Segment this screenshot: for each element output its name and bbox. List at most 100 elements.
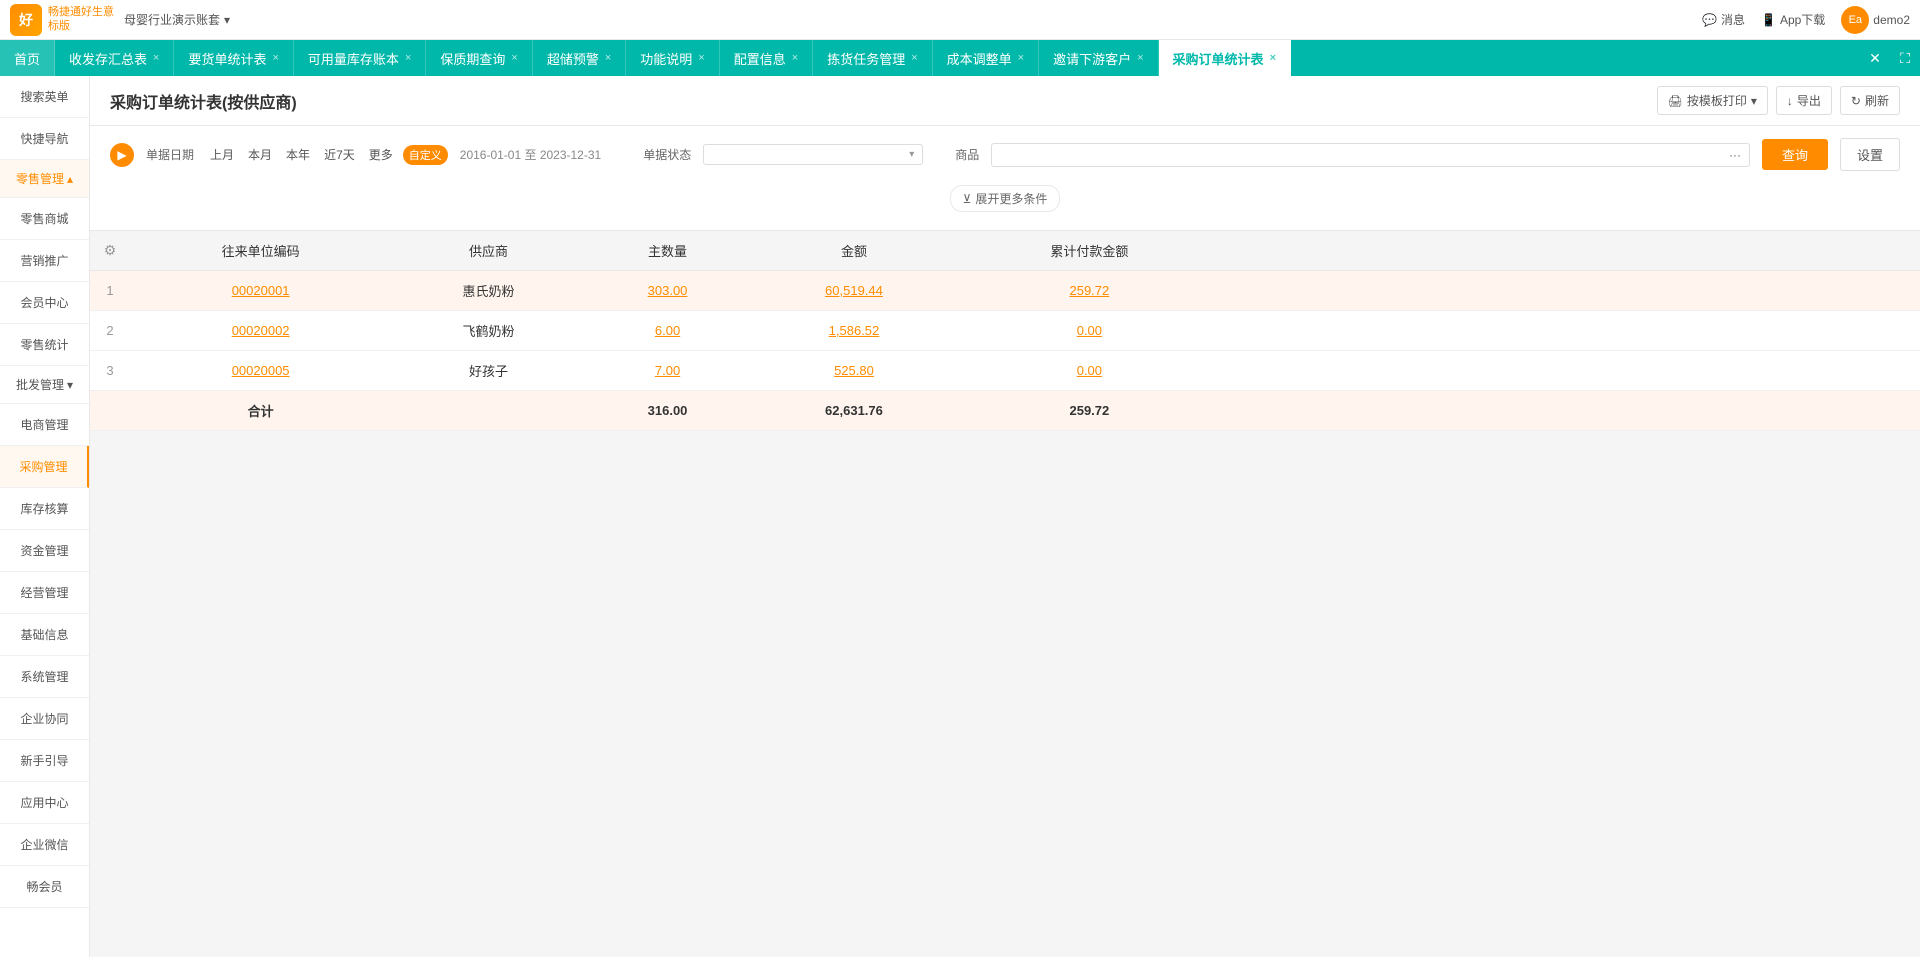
query-button[interactable]: 查询 xyxy=(1762,139,1828,170)
expand-filter-button[interactable]: ⊻ 展开更多条件 xyxy=(950,185,1061,212)
sidebar-item-enterprise[interactable]: 企业协同 xyxy=(0,698,89,740)
nav-tab-controls: ✕ ⛶ xyxy=(1860,40,1920,76)
sidebar-item-ecom[interactable]: 电商管理 xyxy=(0,404,89,446)
sidebar-item-member[interactable]: 会员中心 xyxy=(0,282,89,324)
footer-label: 合计 xyxy=(130,391,391,431)
col-amount-header: 金额 xyxy=(749,231,959,271)
col-settings-header[interactable]: ⚙ xyxy=(90,231,130,271)
tab-config[interactable]: 配置信息 × xyxy=(720,40,813,76)
close-tab-overstock[interactable]: × xyxy=(605,52,611,64)
cell-amount-2[interactable]: 525.80 xyxy=(749,351,959,391)
sidebar-item-system[interactable]: 系统管理 xyxy=(0,656,89,698)
shortcut-last-month[interactable]: 上月 xyxy=(206,144,238,165)
close-tab-invite[interactable]: × xyxy=(1137,52,1143,64)
tab-cost[interactable]: 成本调整单 × xyxy=(933,40,1039,76)
logo-icon: 好 xyxy=(10,4,42,36)
message-icon: 💬 xyxy=(1702,13,1717,27)
column-settings-icon[interactable]: ⚙ xyxy=(104,242,117,258)
tab-demand[interactable]: 要货单统计表 × xyxy=(174,40,293,76)
cell-amount-0[interactable]: 60,519.44 xyxy=(749,271,959,311)
print-button[interactable]: 🖨 按模板打印 ▾ xyxy=(1657,86,1768,115)
workspace-selector[interactable]: 母婴行业演示账套 ▾ xyxy=(124,11,230,28)
close-tab-expiry[interactable]: × xyxy=(511,52,517,64)
close-tab-stock-book[interactable]: × xyxy=(405,52,411,64)
printer-icon: 🖨 xyxy=(1668,94,1683,108)
table-footer-row: 合计 316.00 62,631.76 259.72 xyxy=(90,391,1920,431)
table-container: ⚙ 往来单位编码 供应商 主数量 金额 累计付款金额 1 00020001 惠氏… xyxy=(90,231,1920,431)
cell-paid-0[interactable]: 259.72 xyxy=(959,271,1220,311)
message-button[interactable]: 💬 消息 xyxy=(1702,11,1745,28)
fullscreen-button[interactable]: ⛶ xyxy=(1890,40,1920,76)
close-tab-config[interactable]: × xyxy=(792,52,798,64)
cell-code-1[interactable]: 00020002 xyxy=(130,311,391,351)
tab-function[interactable]: 功能说明 × xyxy=(626,40,719,76)
export-icon: ↓ xyxy=(1787,94,1793,108)
sidebar-item-retail-mgmt[interactable]: 零售管理 ▴ xyxy=(0,160,89,198)
shortcut-7days[interactable]: 近7天 xyxy=(320,144,359,165)
sidebar-item-operation[interactable]: 经营管理 xyxy=(0,572,89,614)
custom-date-badge[interactable]: 自定义 xyxy=(403,145,448,165)
sidebar-item-basic[interactable]: 基础信息 xyxy=(0,614,89,656)
export-button[interactable]: ↓ 导出 xyxy=(1776,86,1832,115)
logo-area: 好 畅捷通好生意 标版 xyxy=(10,4,114,36)
tab-expiry[interactable]: 保质期查询 × xyxy=(426,40,532,76)
close-tab-collect[interactable]: × xyxy=(153,52,159,64)
cell-code-0[interactable]: 00020001 xyxy=(130,271,391,311)
col-extra-header xyxy=(1220,231,1920,271)
sidebar-item-retail-shop[interactable]: 零售商城 xyxy=(0,198,89,240)
tab-home[interactable]: 首页 xyxy=(0,40,55,76)
sidebar-item-batch-mgmt[interactable]: 批发管理 ▾ xyxy=(0,366,89,404)
tab-stock-book[interactable]: 可用量库存账本 × xyxy=(294,40,426,76)
cell-quantity-0[interactable]: 303.00 xyxy=(586,271,749,311)
sidebar-item-vip[interactable]: 畅会员 xyxy=(0,866,89,908)
col-code-header: 往来单位编码 xyxy=(130,231,391,271)
close-tab-cost[interactable]: × xyxy=(1018,52,1024,64)
cell-paid-1[interactable]: 0.00 xyxy=(959,311,1220,351)
filter-toggle-button[interactable]: ▶ xyxy=(110,143,134,167)
close-tab-demand[interactable]: × xyxy=(272,52,278,64)
sidebar-item-finance[interactable]: 资金管理 xyxy=(0,530,89,572)
tab-overstock[interactable]: 超储预警 × xyxy=(533,40,626,76)
tab-invite[interactable]: 邀请下游客户 × xyxy=(1039,40,1158,76)
cell-quantity-2[interactable]: 7.00 xyxy=(586,351,749,391)
shortcut-more[interactable]: 更多 xyxy=(365,144,397,165)
user-profile[interactable]: Ea demo2 xyxy=(1841,6,1910,34)
tab-purchase-stat[interactable]: 采购订单统计表 × xyxy=(1159,40,1291,76)
cell-code-2[interactable]: 00020005 xyxy=(130,351,391,391)
refresh-button[interactable]: ↻ 刷新 xyxy=(1840,86,1900,115)
sidebar-item-appcenter[interactable]: 应用中心 xyxy=(0,782,89,824)
sidebar-item-inventory[interactable]: 库存核算 xyxy=(0,488,89,530)
cell-extra-0 xyxy=(1220,271,1920,311)
shortcut-this-month[interactable]: 本月 xyxy=(244,144,276,165)
sidebar-item-guide[interactable]: 新手引导 xyxy=(0,740,89,782)
status-select[interactable]: ▾ xyxy=(703,144,923,165)
table-row: 3 00020005 好孩子 7.00 525.80 0.00 xyxy=(90,351,1920,391)
close-tab-function[interactable]: × xyxy=(698,52,704,64)
sidebar-item-quicknav[interactable]: 快捷导航 xyxy=(0,118,89,160)
page-header: 采购订单统计表(按供应商) 🖨 按模板打印 ▾ ↓ 导出 ↻ 刷新 xyxy=(90,76,1920,126)
sidebar-item-marketing[interactable]: 营销推广 xyxy=(0,240,89,282)
col-supplier-header: 供应商 xyxy=(391,231,586,271)
footer-quantity: 316.00 xyxy=(586,391,749,431)
shortcut-this-year[interactable]: 本年 xyxy=(282,144,314,165)
filter-area: ▶ 单据日期 上月 本月 本年 近7天 更多 自定义 2016-01-01 至 … xyxy=(90,126,1920,231)
sidebar: 搜索英单 快捷导航 零售管理 ▴ 零售商城 营销推广 会员中心 零售统计 批发管… xyxy=(0,76,90,957)
goods-input[interactable]: ··· xyxy=(991,143,1750,167)
cell-paid-2[interactable]: 0.00 xyxy=(959,351,1220,391)
tab-collect[interactable]: 收发存汇总表 × xyxy=(55,40,174,76)
tab-task[interactable]: 拣货任务管理 × xyxy=(813,40,932,76)
refresh-icon: ↻ xyxy=(1851,94,1861,108)
close-tab-purchase-stat[interactable]: × xyxy=(1270,52,1276,64)
setting-button[interactable]: 设置 xyxy=(1840,138,1900,171)
sidebar-item-wechat[interactable]: 企业微信 xyxy=(0,824,89,866)
sidebar-item-purchase[interactable]: 采购管理 xyxy=(0,446,89,488)
cell-quantity-1[interactable]: 6.00 xyxy=(586,311,749,351)
close-tab-task[interactable]: × xyxy=(911,52,917,64)
nav-tabs: 首页 收发存汇总表 × 要货单统计表 × 可用量库存账本 × 保质期查询 × 超… xyxy=(0,40,1920,76)
sidebar-item-retail-stat[interactable]: 零售统计 xyxy=(0,324,89,366)
cell-amount-1[interactable]: 1,586.52 xyxy=(749,311,959,351)
close-all-tabs-button[interactable]: ✕ xyxy=(1860,40,1890,76)
app-download-button[interactable]: 📱 App下载 xyxy=(1761,11,1825,28)
download-icon: 📱 xyxy=(1761,13,1776,27)
sidebar-item-search[interactable]: 搜索英单 xyxy=(0,76,89,118)
